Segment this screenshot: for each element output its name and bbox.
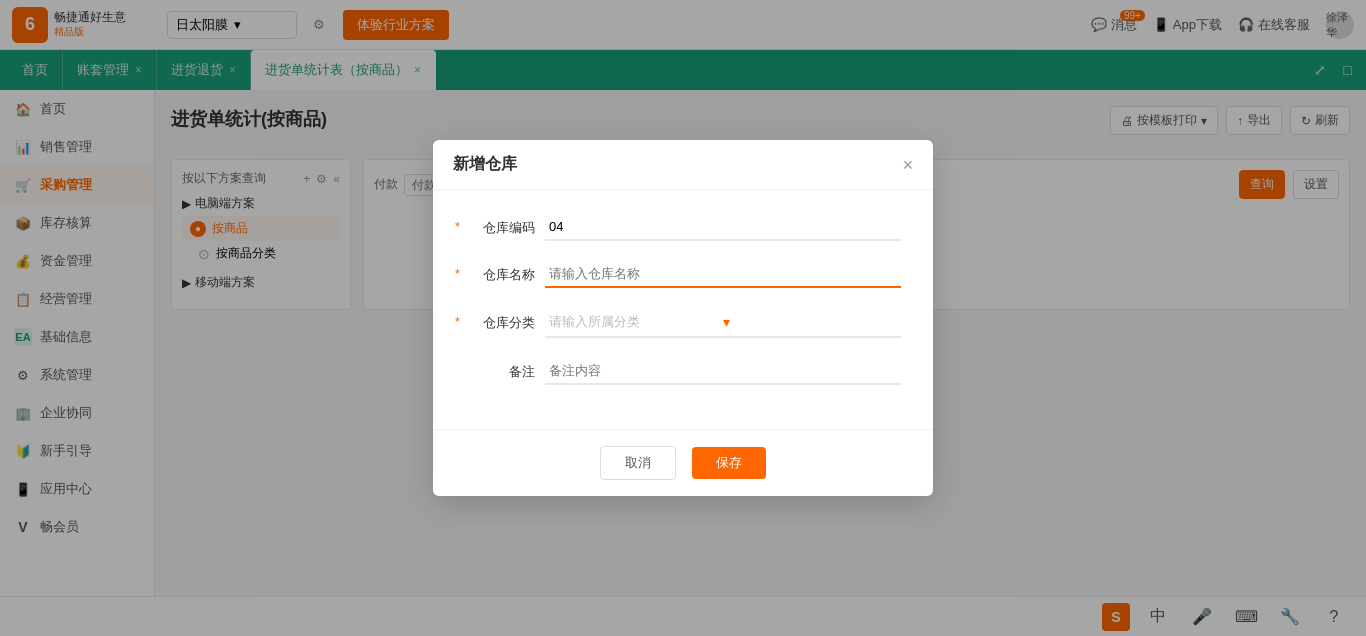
category-form-row: 仓库分类 请输入所属分类 ▾: [465, 308, 901, 338]
note-label: 备注: [465, 363, 535, 381]
modal-footer: 取消 保存: [433, 429, 933, 496]
modal-header: 新增仓库 ×: [433, 140, 933, 190]
name-label: 仓库名称: [465, 266, 535, 284]
save-button[interactable]: 保存: [692, 447, 766, 479]
category-placeholder: 请输入所属分类: [549, 313, 723, 331]
modal-title: 新增仓库: [453, 154, 517, 175]
modal-body: 仓库编码 仓库名称 仓库分类 请输入所属分类 ▾ 备注: [433, 190, 933, 429]
code-label: 仓库编码: [465, 219, 535, 237]
cancel-button[interactable]: 取消: [600, 446, 676, 480]
name-form-row: 仓库名称: [465, 261, 901, 288]
warehouse-name-input[interactable]: [545, 261, 901, 288]
note-form-row: 备注: [465, 358, 901, 385]
code-form-row: 仓库编码: [465, 214, 901, 241]
category-label: 仓库分类: [465, 314, 535, 332]
warehouse-note-input[interactable]: [545, 358, 901, 385]
category-chevron-icon: ▾: [723, 314, 897, 330]
category-select[interactable]: 请输入所属分类 ▾: [545, 308, 901, 338]
warehouse-code-input[interactable]: [545, 214, 901, 241]
new-warehouse-modal: 新增仓库 × 仓库编码 仓库名称 仓库分类 请输入所属分类 ▾: [433, 140, 933, 496]
modal-close-button[interactable]: ×: [902, 156, 913, 174]
modal-overlay: 新增仓库 × 仓库编码 仓库名称 仓库分类 请输入所属分类 ▾: [0, 0, 1366, 636]
